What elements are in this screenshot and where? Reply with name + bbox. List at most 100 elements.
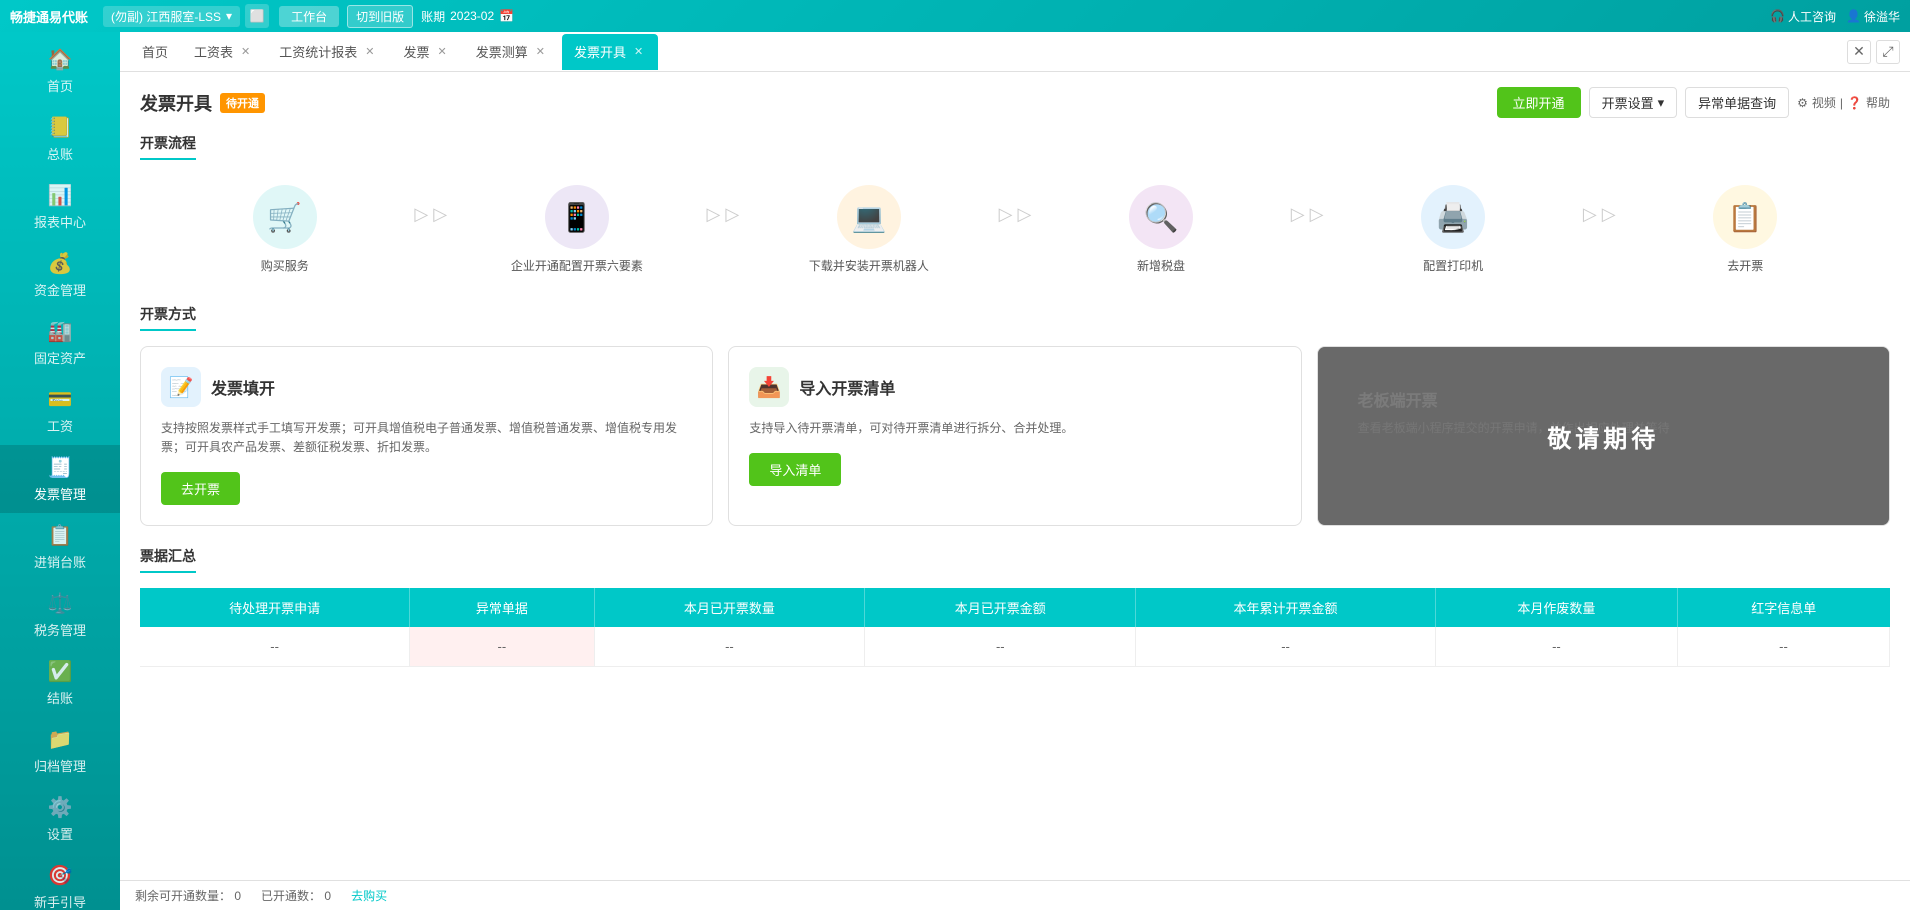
sidebar-label-ledger: 总账: [47, 144, 73, 163]
company-dropdown-icon[interactable]: ▾: [226, 9, 232, 23]
method-cards: 📝 发票填开 支持按照发票样式手工填写开发票；可开具增值税电子普通发票、增值税普…: [140, 346, 1890, 526]
cell-1-3: --: [594, 627, 865, 667]
summary-row-1: -- -- -- -- -- -- --: [140, 627, 1890, 667]
user-profile[interactable]: 👤 徐溢华: [1846, 8, 1900, 25]
archive-icon: 📁: [48, 727, 73, 752]
workbench-button[interactable]: 工作台: [279, 6, 339, 27]
sidebar-item-settings[interactable]: ⚙️ 设置: [0, 785, 120, 853]
assets-icon: 🏭: [48, 319, 73, 344]
salary-icon: 💳: [48, 387, 73, 412]
tab-invoice-label: 发票: [403, 42, 429, 61]
top-bar: 畅捷通易代账 (勿副) 江西服室-LSS ▾ ⬜ 工作台 切到旧版 账期 202…: [0, 0, 1910, 32]
tab-invoice-close[interactable]: ✕: [435, 44, 450, 59]
tab-salary-report-close[interactable]: ✕: [362, 44, 377, 59]
connector-1: ▷ ▷: [409, 204, 452, 225]
add-taxbox-icon: 🔍: [1129, 185, 1193, 249]
settings-icon: ⚙️: [48, 795, 73, 820]
company-name: (勿副) 江西服室-LSS: [111, 8, 221, 25]
sidebar-item-home[interactable]: 🏠 首页: [0, 37, 120, 105]
sidebar-label-guide: 新手引导: [34, 892, 86, 910]
home-icon: 🏠: [48, 47, 73, 72]
period-value: 2023-02: [450, 9, 494, 23]
col-month-void: 本月作废数量: [1435, 588, 1677, 627]
cell-1-6: --: [1435, 627, 1677, 667]
summary-section-title: 票据汇总: [140, 546, 196, 573]
switch-old-button[interactable]: 切到旧版: [347, 5, 413, 28]
remaining-value: 0: [234, 889, 241, 903]
flow-step-issue-invoice[interactable]: 📋 去开票: [1621, 185, 1870, 274]
flow-step-enterprise-setup[interactable]: 📱 企业开通配置开票六要素: [452, 185, 701, 274]
sidebar-item-tax[interactable]: ⚖️ 税务管理: [0, 581, 120, 649]
page-title: 发票开具: [140, 90, 212, 116]
help-label: 帮助: [1866, 94, 1890, 111]
sidebar-item-purchase-sales[interactable]: 📋 进销台账: [0, 513, 120, 581]
tab-salary-close[interactable]: ✕: [238, 44, 253, 59]
company-selector[interactable]: (勿副) 江西服室-LSS ▾: [103, 6, 240, 27]
sidebar-item-funds[interactable]: 💰 资金管理: [0, 241, 120, 309]
tab-salary[interactable]: 工资表 ✕: [182, 34, 265, 70]
sidebar-label-assets: 固定资产: [34, 348, 86, 367]
coming-soon-text: 敬请期待: [1547, 419, 1659, 454]
tab-home-label: 首页: [142, 42, 168, 61]
open-now-button[interactable]: 立即开通: [1497, 87, 1581, 118]
summary-table: 待处理开票申请 异常单据 本月已开票数量 本月已开票金额 本年累计开票金额 本月…: [140, 588, 1890, 667]
sidebar-item-assets[interactable]: 🏭 固定资产: [0, 309, 120, 377]
manual-title: 发票填开: [211, 375, 275, 399]
go-invoice-button[interactable]: 去开票: [161, 472, 240, 505]
sidebar-label-home: 首页: [47, 76, 73, 95]
page-content: 发票开具 待开通 立即开通 开票设置 ▾ 异常单据查询 ⚙ 视频 | ❓: [120, 72, 1910, 880]
main-layout: 🏠 首页 📒 总账 📊 报表中心 💰 资金管理 🏭 固定资产 💳 工资 🧾 发票…: [0, 32, 1910, 910]
period-edit-icon[interactable]: 📅: [499, 9, 514, 23]
import-title: 导入开票清单: [799, 375, 895, 399]
buy-more-link[interactable]: 去购买: [351, 887, 387, 904]
tab-close-all-button[interactable]: ✕: [1847, 40, 1871, 64]
tab-home[interactable]: 首页: [130, 34, 180, 70]
sidebar-item-ledger[interactable]: 📒 总账: [0, 105, 120, 173]
method-card-manual: 📝 发票填开 支持按照发票样式手工填写开发票；可开具增值税电子普通发票、增值税普…: [140, 346, 713, 526]
ledger-icon: 📒: [48, 115, 73, 140]
copy-icon[interactable]: ⬜: [245, 4, 269, 28]
flow-step-download-robot[interactable]: 💻 下载并安装开票机器人: [744, 185, 993, 274]
app-logo: 畅捷通易代账: [10, 7, 88, 26]
cell-1-2: --: [410, 627, 594, 667]
settings-circle-icon[interactable]: ⚙: [1797, 96, 1808, 110]
sidebar-item-archive[interactable]: 📁 归档管理: [0, 717, 120, 785]
sidebar-item-reports[interactable]: 📊 报表中心: [0, 173, 120, 241]
connector-4: ▷ ▷: [1286, 204, 1329, 225]
enterprise-setup-icon: 📱: [545, 185, 609, 249]
abnormal-query-button[interactable]: 异常单据查询: [1685, 87, 1789, 118]
tab-invoice[interactable]: 发票 ✕: [391, 34, 461, 70]
purchase-sales-icon: 📋: [48, 523, 73, 548]
coming-soon-overlay: 敬请期待: [1318, 347, 1889, 525]
sidebar-item-guide[interactable]: 🎯 新手引导: [0, 853, 120, 910]
sidebar-label-purchase-sales: 进销台账: [34, 552, 86, 571]
tab-invoice-tool-close[interactable]: ✕: [631, 44, 646, 59]
method-card-manual-header: 📝 发票填开: [161, 367, 692, 407]
tab-salary-report[interactable]: 工资统计报表 ✕: [267, 34, 389, 70]
tab-invoice-calc[interactable]: 发票测算 ✕: [464, 34, 560, 70]
flow-step-config-printer[interactable]: 🖨️ 配置打印机: [1328, 185, 1577, 274]
enterprise-setup-label: 企业开通配置开票六要素: [511, 257, 643, 274]
flow-step-add-taxbox[interactable]: 🔍 新增税盘: [1036, 185, 1285, 274]
tab-restore-button[interactable]: ⤢: [1876, 40, 1900, 64]
top-bar-right: 🎧 人工咨询 👤 徐溢华: [1770, 0, 1900, 32]
sidebar-label-reports: 报表中心: [34, 212, 86, 231]
sidebar-item-salary[interactable]: 💳 工资: [0, 377, 120, 445]
sidebar-label-tax: 税务管理: [34, 620, 86, 639]
tab-invoice-tool-label: 发票开具: [574, 42, 626, 61]
open-settings-button[interactable]: 开票设置 ▾: [1589, 87, 1678, 118]
help-icon[interactable]: ❓: [1847, 96, 1862, 110]
tab-bar-right: ✕ ⤢: [1847, 40, 1900, 64]
sidebar-item-settlement[interactable]: ✅ 结账: [0, 649, 120, 717]
flow-step-buy-service[interactable]: 🛒 购买服务: [160, 185, 409, 274]
issue-invoice-icon: 📋: [1713, 185, 1777, 249]
human-service-button[interactable]: 🎧 人工咨询: [1770, 8, 1836, 25]
tab-invoice-tool[interactable]: 发票开具 ✕: [562, 34, 658, 70]
method-card-boss: 老板端开票 查看老板端小程序提交的开票申请，并作出相应处理并等待 敬请期待: [1317, 346, 1890, 526]
tab-invoice-calc-close[interactable]: ✕: [533, 44, 548, 59]
summary-table-header-row: 待处理开票申请 异常单据 本月已开票数量 本月已开票金额 本年累计开票金额 本月…: [140, 588, 1890, 627]
sidebar-label-settlement: 结账: [47, 688, 73, 707]
opened-label: 已开通数： 0: [261, 887, 331, 904]
import-list-button[interactable]: 导入清单: [749, 453, 841, 486]
sidebar-item-invoice-mgmt[interactable]: 🧾 发票管理: [0, 445, 120, 513]
